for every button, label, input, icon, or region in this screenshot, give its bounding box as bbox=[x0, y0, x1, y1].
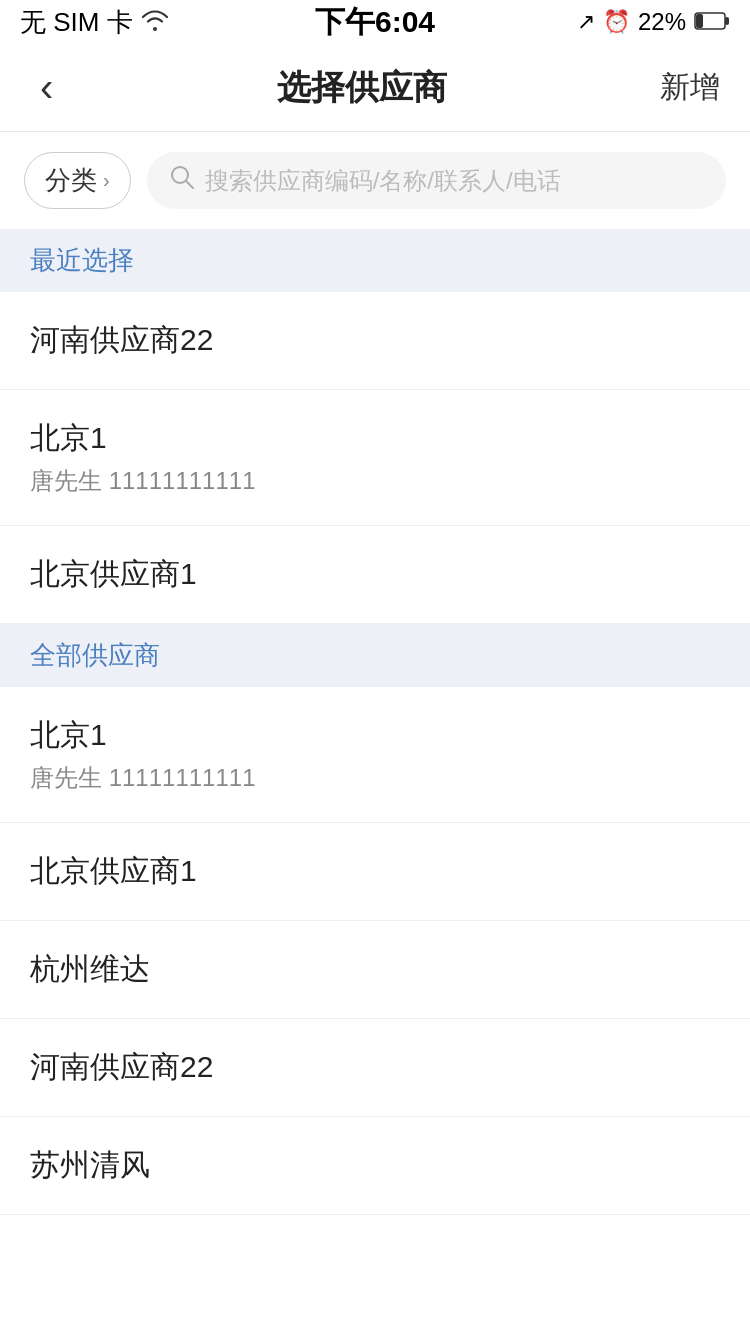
battery-icon bbox=[694, 8, 730, 36]
recent-list-item[interactable]: 河南供应商22 bbox=[0, 292, 750, 390]
search-icon bbox=[169, 164, 195, 197]
status-right: ↗ ⏰ 22% bbox=[577, 8, 730, 36]
wifi-icon bbox=[141, 7, 169, 38]
chevron-right-icon: › bbox=[103, 169, 110, 192]
battery-label: 22% bbox=[638, 8, 686, 36]
all-list-item[interactable]: 河南供应商22 bbox=[0, 1019, 750, 1117]
supplier-name: 北京供应商1 bbox=[30, 554, 720, 595]
location-icon: ↗ bbox=[577, 9, 595, 35]
svg-line-4 bbox=[186, 181, 193, 188]
supplier-contact: 唐先生 11111111111 bbox=[30, 762, 720, 794]
status-left: 无 SIM 卡 bbox=[20, 5, 169, 40]
alarm-icon: ⏰ bbox=[603, 9, 630, 35]
supplier-name: 北京供应商1 bbox=[30, 851, 720, 892]
carrier-label: 无 SIM 卡 bbox=[20, 5, 133, 40]
add-button[interactable]: 新增 bbox=[660, 67, 720, 108]
supplier-name: 北京1 bbox=[30, 715, 720, 756]
supplier-name: 苏州清风 bbox=[30, 1145, 720, 1186]
svg-rect-1 bbox=[696, 14, 703, 28]
status-bar: 无 SIM 卡 下午6:04 ↗ ⏰ 22% bbox=[0, 0, 750, 44]
supplier-name: 河南供应商22 bbox=[30, 320, 720, 361]
all-list-item[interactable]: 杭州维达 bbox=[0, 921, 750, 1019]
navigation-bar: ‹ 选择供应商 新增 bbox=[0, 44, 750, 132]
supplier-name: 杭州维达 bbox=[30, 949, 720, 990]
supplier-name: 河南供应商22 bbox=[30, 1047, 720, 1088]
back-button[interactable]: ‹ bbox=[30, 55, 63, 120]
all-items-list: 北京1 唐先生 11111111111 北京供应商1 杭州维达河南供应商22 苏州清风 bbox=[0, 687, 750, 1215]
recent-section-label: 最近选择 bbox=[30, 245, 134, 275]
filter-bar: 分类 › 搜索供应商编码/名称/联系人/电话 bbox=[0, 132, 750, 229]
all-section-label: 全部供应商 bbox=[30, 640, 160, 670]
supplier-name: 北京1 bbox=[30, 418, 720, 459]
recent-items-list: 河南供应商22 北京1 唐先生 11111111111 北京供应商1 bbox=[0, 292, 750, 624]
svg-rect-2 bbox=[725, 17, 729, 25]
category-label: 分类 bbox=[45, 163, 97, 198]
time-display: 下午6:04 bbox=[315, 2, 435, 43]
all-list-item[interactable]: 北京1 唐先生 11111111111 bbox=[0, 687, 750, 823]
all-list-item[interactable]: 北京供应商1 bbox=[0, 823, 750, 921]
all-list-item[interactable]: 苏州清风 bbox=[0, 1117, 750, 1215]
recent-list-item[interactable]: 北京1 唐先生 11111111111 bbox=[0, 390, 750, 526]
search-placeholder: 搜索供应商编码/名称/联系人/电话 bbox=[205, 165, 561, 197]
supplier-contact: 唐先生 11111111111 bbox=[30, 465, 720, 497]
category-button[interactable]: 分类 › bbox=[24, 152, 131, 209]
all-section-header: 全部供应商 bbox=[0, 624, 750, 687]
page-title: 选择供应商 bbox=[277, 65, 447, 111]
recent-list-item[interactable]: 北京供应商1 bbox=[0, 526, 750, 624]
recent-section-header: 最近选择 bbox=[0, 229, 750, 292]
search-box[interactable]: 搜索供应商编码/名称/联系人/电话 bbox=[147, 152, 726, 209]
